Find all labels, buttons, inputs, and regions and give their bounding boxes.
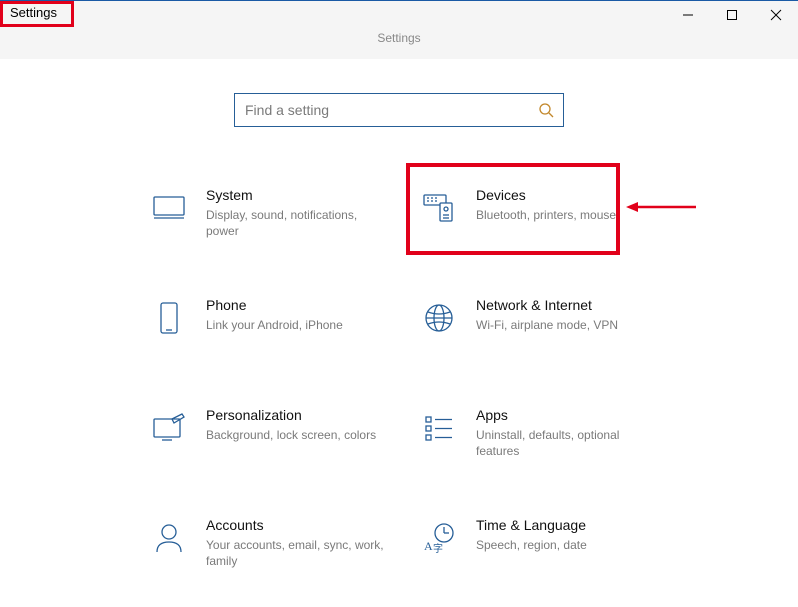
tile-title: Phone (206, 297, 343, 313)
tile-title: Devices (476, 187, 616, 203)
tile-phone[interactable]: Phone Link your Android, iPhone (150, 297, 420, 361)
tile-network[interactable]: Network & Internet Wi-Fi, airplane mode,… (420, 297, 690, 361)
tile-desc: Speech, region, date (476, 537, 587, 553)
system-icon (150, 189, 188, 227)
tile-desc: Bluetooth, printers, mouse (476, 207, 616, 223)
tile-devices[interactable]: Devices Bluetooth, printers, mouse (420, 187, 690, 251)
tile-personalization[interactable]: Personalization Background, lock screen,… (150, 407, 420, 471)
tile-apps[interactable]: Apps Uninstall, defaults, optional featu… (420, 407, 690, 471)
tile-title: System (206, 187, 386, 203)
close-button[interactable] (754, 1, 798, 29)
close-icon (770, 9, 782, 21)
settings-window: Settings Settings (0, 0, 798, 607)
header-subtitle: Settings (377, 31, 420, 45)
tile-desc: Background, lock screen, colors (206, 427, 376, 443)
svg-text:A: A (424, 539, 433, 553)
search-container (0, 93, 798, 127)
tile-desc: Display, sound, notifications, power (206, 207, 386, 239)
tile-title: Network & Internet (476, 297, 618, 313)
annotation-arrow (626, 201, 696, 213)
devices-icon (420, 189, 458, 227)
settings-grid: System Display, sound, notifications, po… (150, 187, 798, 581)
personalization-icon (150, 409, 188, 447)
maximize-button[interactable] (710, 1, 754, 29)
phone-icon (150, 299, 188, 337)
tile-title: Time & Language (476, 517, 587, 533)
window-controls (666, 1, 798, 29)
search-input[interactable] (235, 94, 529, 126)
window-title: Settings (0, 1, 67, 24)
search-box[interactable] (234, 93, 564, 127)
search-icon (529, 102, 563, 118)
tile-desc: Link your Android, iPhone (206, 317, 343, 333)
svg-text:字: 字 (433, 542, 443, 554)
tile-time-language[interactable]: A 字 Time & Language Speech, region, date (420, 517, 690, 581)
tile-desc: Your accounts, email, sync, work, family (206, 537, 386, 569)
tile-title: Personalization (206, 407, 376, 423)
maximize-icon (726, 9, 738, 21)
titlebar: Settings Settings (0, 1, 798, 60)
minimize-button[interactable] (666, 1, 710, 29)
tile-accounts[interactable]: Accounts Your accounts, email, sync, wor… (150, 517, 420, 581)
tile-desc: Uninstall, defaults, optional features (476, 427, 656, 459)
tile-title: Apps (476, 407, 656, 423)
minimize-icon (682, 9, 694, 21)
accounts-icon (150, 519, 188, 557)
tile-system[interactable]: System Display, sound, notifications, po… (150, 187, 420, 251)
apps-icon (420, 409, 458, 447)
tile-title: Accounts (206, 517, 386, 533)
tile-desc: Wi-Fi, airplane mode, VPN (476, 317, 618, 333)
time-language-icon: A 字 (420, 519, 458, 557)
network-icon (420, 299, 458, 337)
content-area: System Display, sound, notifications, po… (0, 59, 798, 607)
